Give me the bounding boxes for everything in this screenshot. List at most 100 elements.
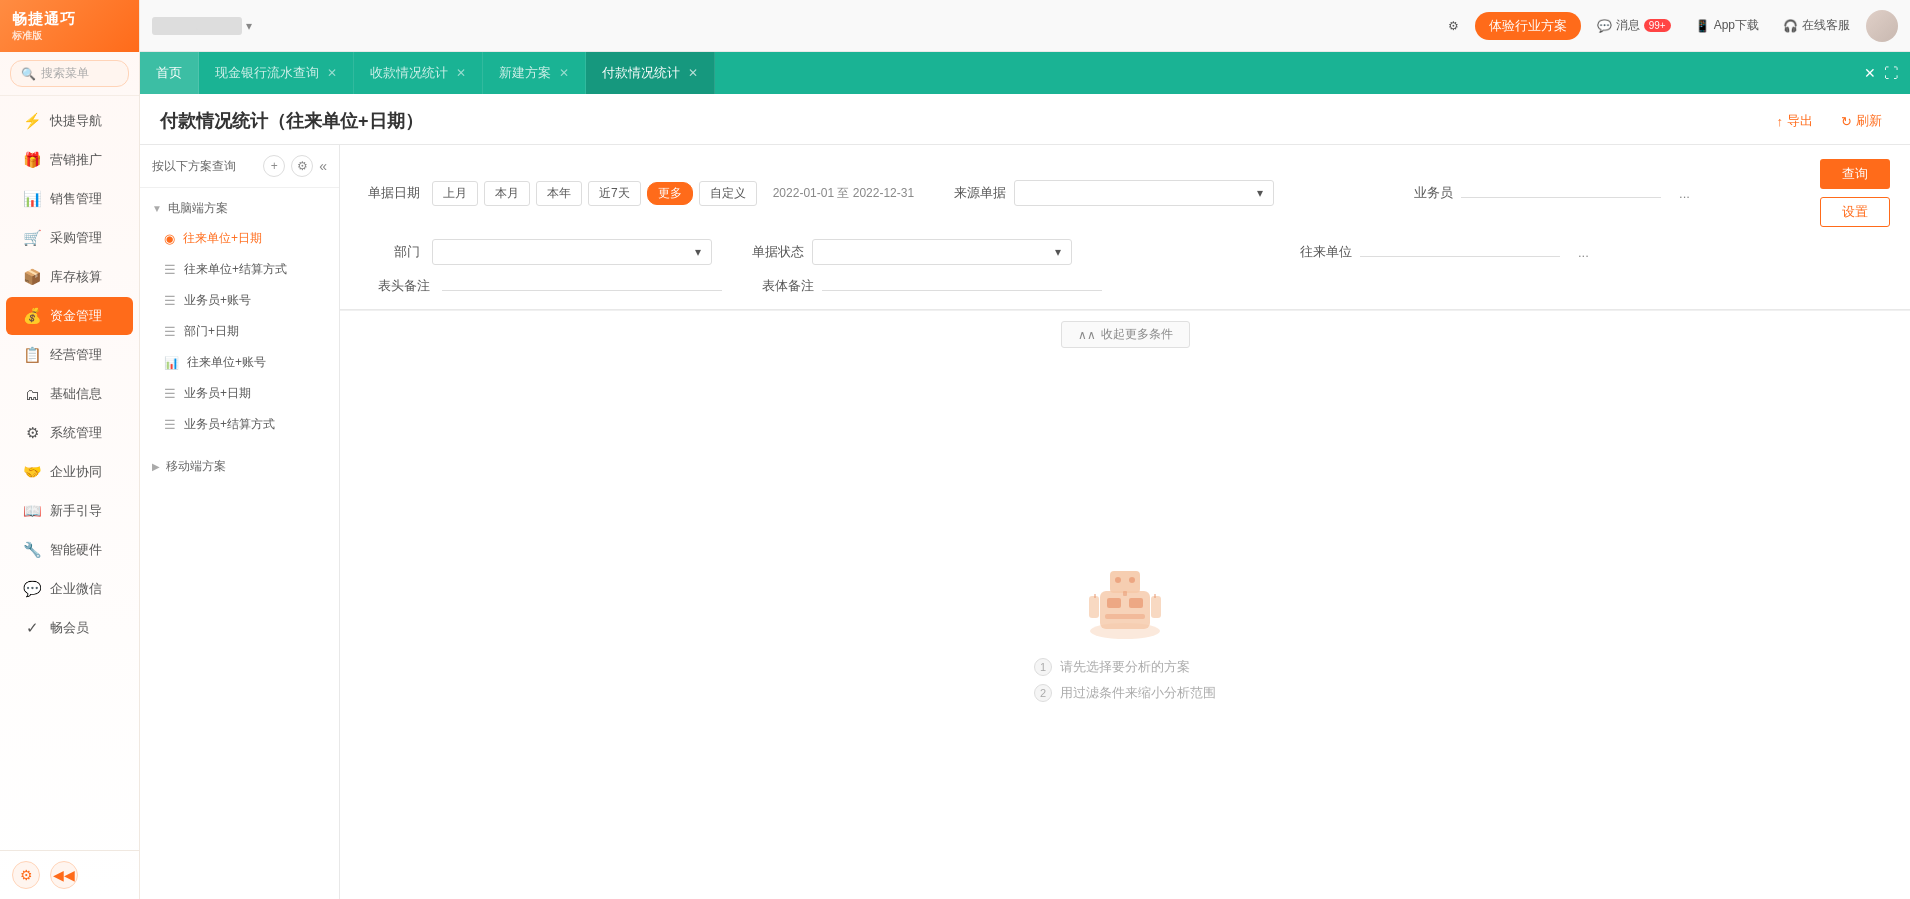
- dept-select-chevron: ▾: [695, 245, 701, 259]
- online-service-btn[interactable]: 🎧 在线客服: [1775, 13, 1858, 38]
- sidebar-search-area[interactable]: 🔍 搜索菜单: [0, 52, 139, 96]
- date-btn-this-month[interactable]: 本月: [484, 181, 530, 206]
- expand-arrow: ▼: [152, 203, 162, 214]
- payments-tab-close[interactable]: ✕: [688, 66, 698, 80]
- mobile-scheme-group-header[interactable]: ▶ 移动端方案: [140, 452, 339, 481]
- sidebar-item-label: 资金管理: [50, 307, 102, 325]
- sidebar-item-label: 库存核算: [50, 268, 102, 286]
- dept-select[interactable]: ▾: [432, 239, 712, 265]
- service-icon: 🎧: [1783, 19, 1798, 33]
- filter-row-3: 表头备注 表体备注: [360, 277, 1890, 295]
- sales-label: 业务员: [1393, 184, 1453, 202]
- sidebar-item-marketing[interactable]: 🎁 营销推广: [6, 141, 133, 179]
- collapse-label: 收起更多条件: [1101, 326, 1173, 343]
- empty-state-icon: [1075, 556, 1175, 646]
- scheme-item-3[interactable]: ☰ 业务员+账号: [140, 285, 339, 316]
- sidebar-item-basic[interactable]: 🗂 基础信息: [6, 375, 133, 413]
- scheme-item-5[interactable]: 📊 往来单位+账号: [140, 347, 339, 378]
- scheme-icon-5: 📊: [164, 356, 179, 370]
- sidebar-item-stock[interactable]: 📦 库存核算: [6, 258, 133, 296]
- scheme-add-btn[interactable]: +: [263, 155, 285, 177]
- scheme-settings-btn[interactable]: ⚙: [291, 155, 313, 177]
- date-btn-last-month[interactable]: 上月: [432, 181, 478, 206]
- tab-home[interactable]: 首页: [140, 52, 199, 94]
- scheme-item-7[interactable]: ☰ 业务员+结算方式: [140, 409, 339, 440]
- app-download-btn[interactable]: 📱 App下载: [1687, 13, 1767, 38]
- date-btn-this-year[interactable]: 本年: [536, 181, 582, 206]
- date-options: 上月 本月 本年 近7天 更多 自定义: [432, 181, 757, 206]
- hint-num-1: 1: [1034, 658, 1052, 676]
- scheme-item-label: 业务员+账号: [184, 292, 251, 309]
- scheme-item-4[interactable]: ☰ 部门+日期: [140, 316, 339, 347]
- scheme-panel-title: 按以下方案查询: [152, 158, 236, 175]
- date-btn-custom[interactable]: 自定义: [699, 181, 757, 206]
- bank-flow-tab-close[interactable]: ✕: [327, 66, 337, 80]
- sidebar-settings-btn[interactable]: ⚙: [12, 861, 40, 889]
- basic-icon: 🗂: [22, 386, 42, 403]
- purchase-icon: 🛒: [22, 229, 42, 247]
- sidebar-item-quick-nav[interactable]: ⚡ 快捷导航: [6, 102, 133, 140]
- sales-input[interactable]: [1461, 189, 1661, 198]
- export-btn[interactable]: ↑ 导出: [1769, 108, 1822, 134]
- settings-gear-btn[interactable]: ⚙: [1440, 15, 1467, 37]
- header-note-input[interactable]: [442, 282, 722, 291]
- sidebar-item-sales[interactable]: 📊 销售管理: [6, 180, 133, 218]
- partner-ellipsis[interactable]: ...: [1568, 240, 1599, 265]
- receipts-tab-close[interactable]: ✕: [456, 66, 466, 80]
- sidebar-item-label: 畅会员: [50, 619, 89, 637]
- user-avatar[interactable]: [1866, 10, 1898, 42]
- scheme-item-1[interactable]: ◉ 往来单位+日期: [140, 223, 339, 254]
- scheme-collapse-btn[interactable]: «: [319, 158, 327, 174]
- pc-group-label: 电脑端方案: [168, 200, 228, 217]
- settings-btn[interactable]: 设置: [1820, 197, 1890, 227]
- sidebar: 畅捷通巧 标准版 🔍 搜索菜单 ⚡ 快捷导航 🎁 营销推广 📊 销售管理 🛒 采…: [0, 0, 140, 899]
- sidebar-item-guide[interactable]: 📖 新手引导: [6, 492, 133, 530]
- scheme-icon-2: ☰: [164, 262, 176, 277]
- sidebar-item-coop[interactable]: 🤝 企业协同: [6, 453, 133, 491]
- tab-receipts[interactable]: 收款情况统计 ✕: [354, 52, 483, 94]
- search-input-wrapper[interactable]: 🔍 搜索菜单: [10, 60, 129, 87]
- export-icon: ↑: [1777, 114, 1784, 129]
- filter-panel: 单据日期 上月 本月 本年 近7天 更多 自定义 2022-01-01 至 20…: [340, 145, 1910, 899]
- tab-new-plan[interactable]: 新建方案 ✕: [483, 52, 586, 94]
- sidebar-item-weichat[interactable]: 💬 企业微信: [6, 570, 133, 608]
- source-select[interactable]: ▾: [1014, 180, 1274, 206]
- collapse-more-btn[interactable]: ∧∧ 收起更多条件: [1061, 321, 1190, 348]
- tab-close-all-icon[interactable]: ✕: [1864, 65, 1876, 81]
- sidebar-item-business[interactable]: 📋 经营管理: [6, 336, 133, 374]
- query-btn[interactable]: 查询: [1820, 159, 1890, 189]
- sales-ellipsis[interactable]: ...: [1669, 181, 1700, 206]
- refresh-btn[interactable]: ↻ 刷新: [1833, 108, 1890, 134]
- body-note-input[interactable]: [822, 282, 1102, 291]
- message-label: 消息: [1616, 17, 1640, 34]
- scheme-item-6[interactable]: ☰ 业务员+日期: [140, 378, 339, 409]
- receipts-tab-label: 收款情况统计: [370, 64, 448, 82]
- scheme-item-2[interactable]: ☰ 往来单位+结算方式: [140, 254, 339, 285]
- sidebar-collapse-btn[interactable]: ◀◀: [50, 861, 78, 889]
- sidebar-item-hardware[interactable]: 🔧 智能硬件: [6, 531, 133, 569]
- results-area: 1 请先选择要分析的方案 2 用过滤条件来缩小分析范围: [340, 358, 1910, 899]
- sidebar-item-purchase[interactable]: 🛒 采购管理: [6, 219, 133, 257]
- trial-btn[interactable]: 体验行业方案: [1475, 12, 1581, 40]
- partner-input[interactable]: [1360, 248, 1560, 257]
- sidebar-item-capital[interactable]: 💰 资金管理: [6, 297, 133, 335]
- sidebar-item-member[interactable]: ✓ 畅会员: [6, 609, 133, 647]
- scheme-active-icon: ◉: [164, 231, 175, 246]
- hint-text-1: 请先选择要分析的方案: [1060, 658, 1190, 676]
- pc-scheme-group-header[interactable]: ▼ 电脑端方案: [140, 194, 339, 223]
- sidebar-item-system[interactable]: ⚙ 系统管理: [6, 414, 133, 452]
- date-btn-7days[interactable]: 近7天: [588, 181, 641, 206]
- tab-bank-flow[interactable]: 现金银行流水查询 ✕: [199, 52, 354, 94]
- sidebar-item-label: 企业协同: [50, 463, 102, 481]
- tab-fullscreen-icon[interactable]: ⛶: [1884, 65, 1898, 81]
- tab-payments[interactable]: 付款情况统计 ✕: [586, 52, 715, 94]
- date-btn-more[interactable]: 更多: [647, 182, 693, 205]
- action-btn-group: 查询 设置: [1820, 159, 1890, 227]
- filter-row-2: 部门 ▾ 单据状态 ▾ 往来单位: [360, 239, 1890, 265]
- message-btn[interactable]: 💬 消息 99+: [1589, 13, 1679, 38]
- stock-icon: 📦: [22, 268, 42, 286]
- new-plan-tab-close[interactable]: ✕: [559, 66, 569, 80]
- weichat-icon: 💬: [22, 580, 42, 598]
- doc-status-select[interactable]: ▾: [812, 239, 1072, 265]
- service-label: 在线客服: [1802, 17, 1850, 34]
